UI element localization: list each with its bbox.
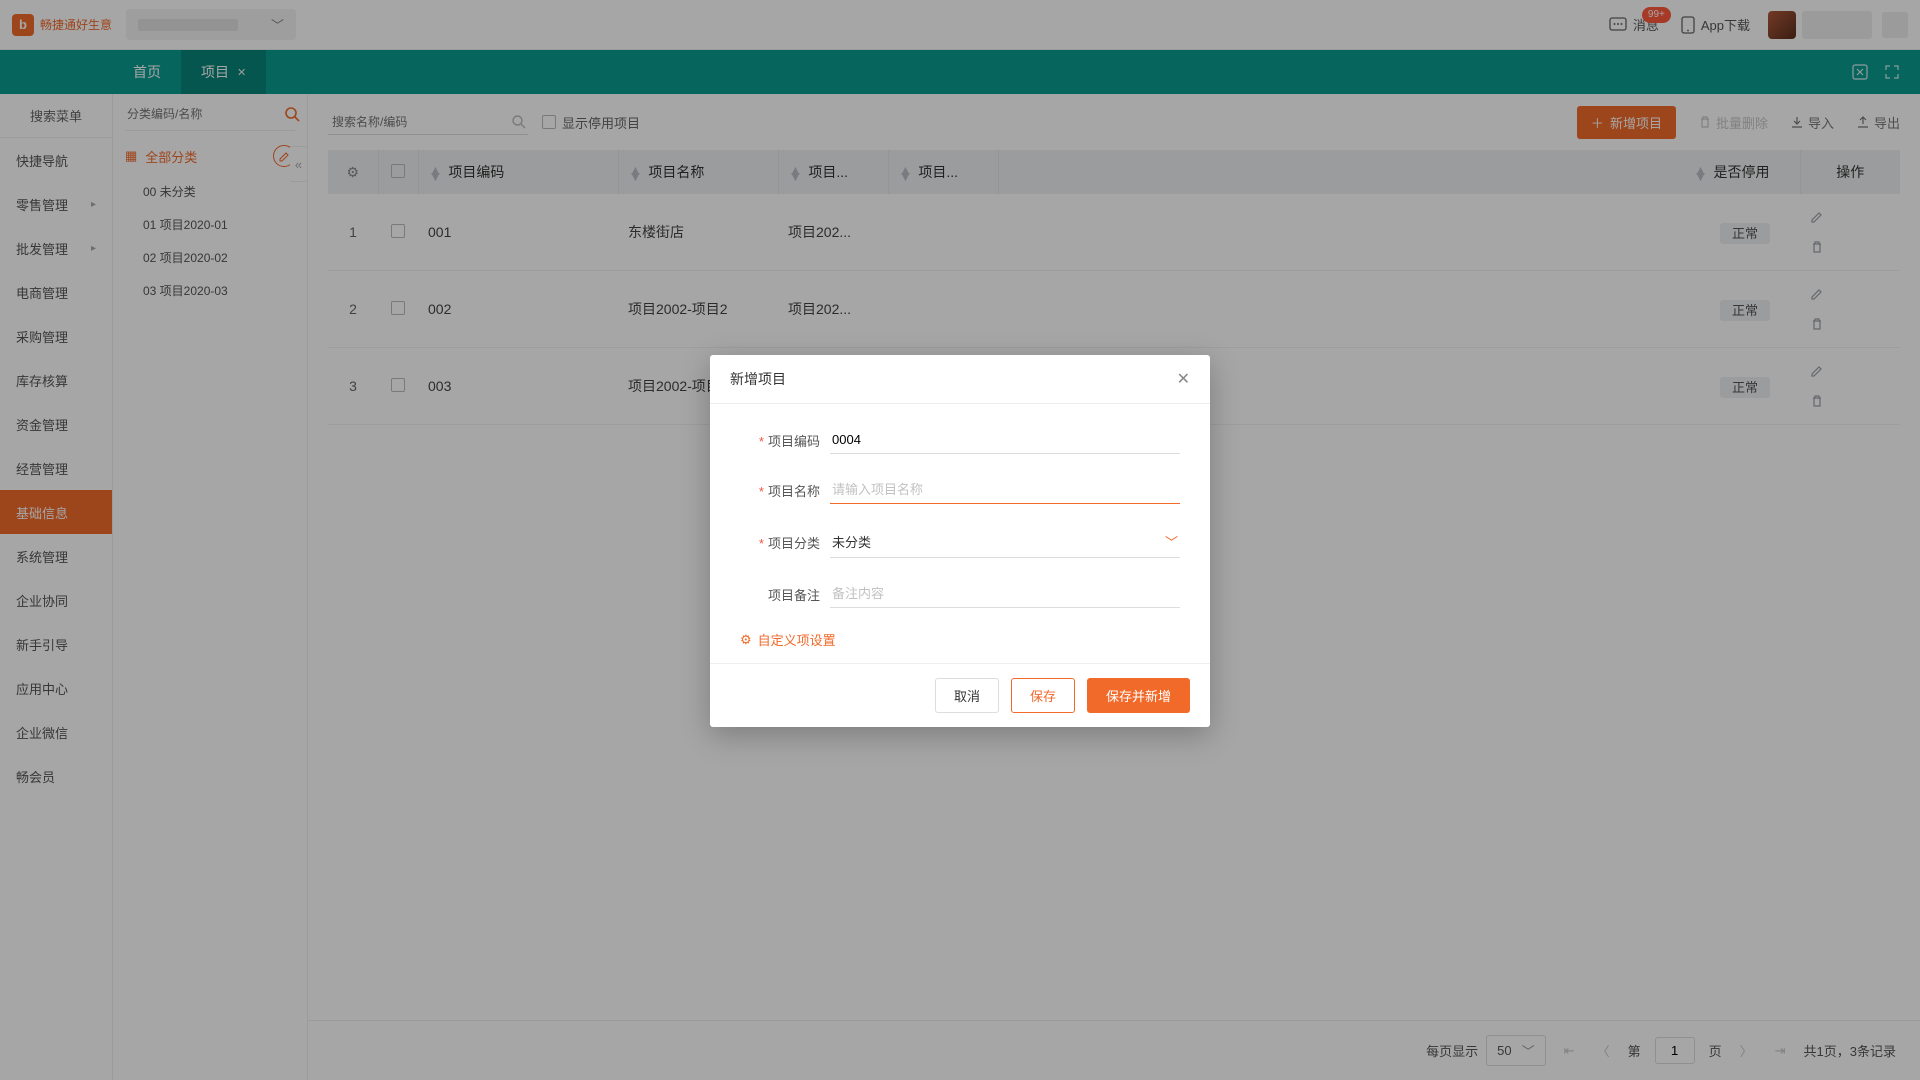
field-code-label: 项目编码 xyxy=(740,431,830,450)
modal-save-new-button[interactable]: 保存并新增 xyxy=(1087,678,1190,713)
gear-icon: ⚙ xyxy=(740,632,752,648)
modal-close-button[interactable]: ✕ xyxy=(1177,369,1190,389)
new-project-modal: 新增项目 ✕ 项目编码 项目名称 项目分类 未分类 ﹀ xyxy=(710,355,1210,727)
field-category-label: 项目分类 xyxy=(740,533,830,552)
field-category-value: 未分类 xyxy=(832,532,871,551)
modal-save-button[interactable]: 保存 xyxy=(1011,678,1075,713)
field-name-input[interactable] xyxy=(830,476,1180,504)
chevron-down-icon: ﹀ xyxy=(1165,532,1178,551)
field-category-select[interactable]: 未分类 ﹀ xyxy=(830,526,1180,558)
custom-fields-link[interactable]: ⚙ 自定义项设置 xyxy=(740,630,1180,649)
field-remark-input[interactable] xyxy=(830,580,1180,608)
field-code-input[interactable] xyxy=(830,426,1180,454)
field-remark-label: 项目备注 xyxy=(740,585,830,604)
modal-cancel-button[interactable]: 取消 xyxy=(935,678,999,713)
modal-title: 新增项目 xyxy=(730,369,786,389)
field-name-label: 项目名称 xyxy=(740,481,830,500)
custom-fields-label: 自定义项设置 xyxy=(758,630,836,649)
